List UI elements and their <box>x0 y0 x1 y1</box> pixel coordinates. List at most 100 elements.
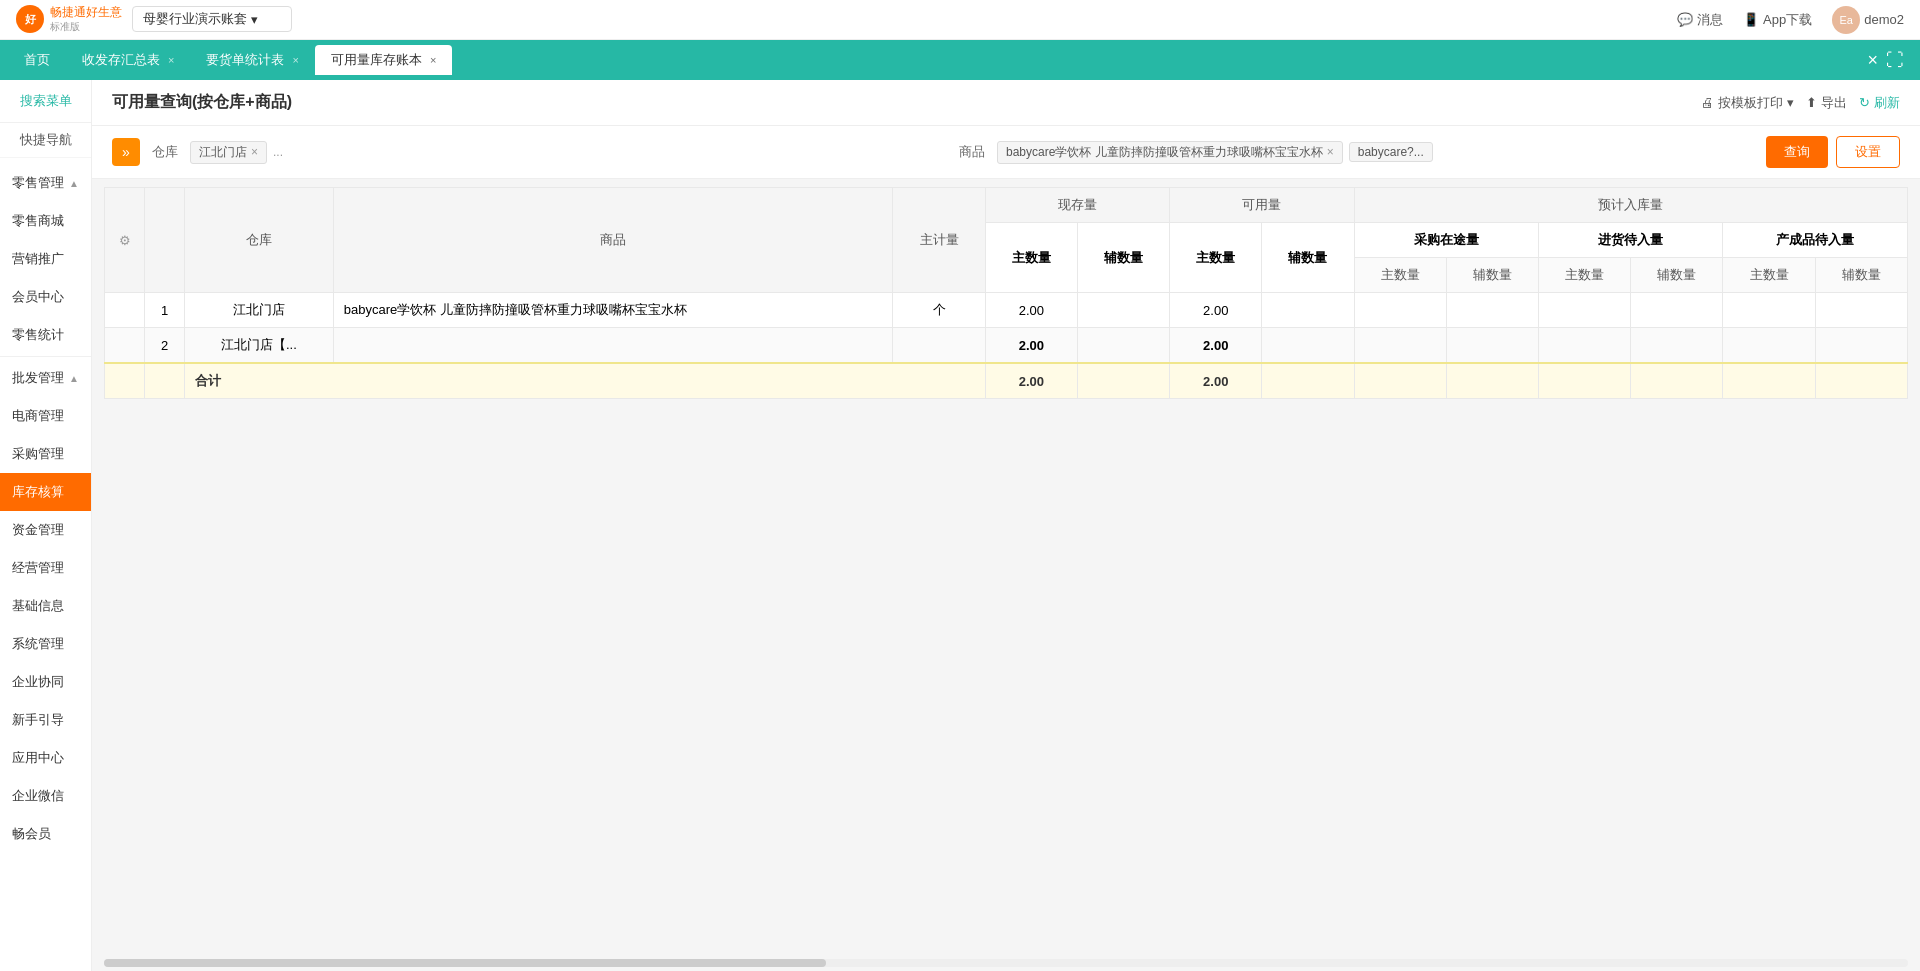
th-prod-sub: 辅数量 <box>1815 258 1907 293</box>
quick-nav-btn[interactable]: 快捷导航 <box>0 123 91 158</box>
query-btn[interactable]: 查询 <box>1766 136 1828 168</box>
sidebar-item-purchase[interactable]: 采购管理 <box>0 435 91 473</box>
tab-available-stock[interactable]: 可用量库存账本 × <box>315 45 452 75</box>
warehouse-more[interactable]: ... <box>273 145 283 159</box>
chevron-down-icon-print: ▾ <box>1787 95 1794 110</box>
user-area[interactable]: Ea demo2 <box>1832 6 1904 34</box>
footer-arrival-main <box>1539 363 1631 399</box>
export-btn[interactable]: ⬆ 导出 <box>1806 94 1847 112</box>
sidebar-item-wechat-biz[interactable]: 企业微信 <box>0 777 91 815</box>
th-stock-main: 主数量 <box>985 223 1077 293</box>
tab-order-stats-close[interactable]: × <box>292 54 298 66</box>
sidebar-item-member-pro-label: 畅会员 <box>12 825 51 843</box>
tab-available-stock-label: 可用量库存账本 <box>331 51 422 69</box>
product-tag-2-value: babycare?... <box>1358 145 1424 159</box>
product-tag-1-value: babycare学饮杯 儿童防摔防撞吸管杯重力球吸嘴杯宝宝水杯 <box>1006 144 1323 161</box>
chevron-icon-2: ▲ <box>69 373 79 384</box>
th-settings[interactable]: ⚙ <box>105 188 145 293</box>
sidebar-item-enterprise-label: 企业协同 <box>12 673 64 691</box>
settings-icon[interactable]: ⚙ <box>119 233 131 248</box>
main-layout: 搜索菜单 快捷导航 零售管理 ▲ 零售商城 营销推广 会员中心 零售统计 批发管… <box>0 80 1920 971</box>
sidebar-item-marketing[interactable]: 营销推广 <box>0 240 91 278</box>
scroll-track[interactable] <box>104 959 1908 967</box>
th-stock-sub: 辅数量 <box>1077 223 1169 293</box>
top-bar: 好 畅捷通好生意 标准版 母婴行业演示账套 ▾ 💬 消息 📱 App下载 Ea … <box>0 0 1920 40</box>
th-incoming-group: 预计入库量 <box>1354 188 1907 223</box>
top-bar-right: 💬 消息 📱 App下载 Ea demo2 <box>1677 6 1904 34</box>
industry-label: 母婴行业演示账套 <box>143 10 247 28</box>
filter-toggle-btn[interactable]: » <box>112 138 140 166</box>
td-avail-main-1: 2.00 <box>1170 293 1262 328</box>
sidebar-item-member-pro[interactable]: 畅会员 <box>0 815 91 853</box>
th-production-group: 产成品待入量 <box>1723 223 1908 258</box>
sidebar-item-purchase-label: 采购管理 <box>12 445 64 463</box>
tab-home[interactable]: 首页 <box>8 45 66 75</box>
td-avail-sub-1 <box>1262 293 1354 328</box>
expand-icon[interactable]: ⛶ <box>1886 50 1904 71</box>
th-index <box>145 188 185 293</box>
sidebar-item-basic-info[interactable]: 基础信息 <box>0 587 91 625</box>
close-all-icon[interactable]: × <box>1867 50 1878 71</box>
td-stock-main-1: 2.00 <box>985 293 1077 328</box>
sidebar-item-members[interactable]: 会员中心 <box>0 278 91 316</box>
nav-close-all: × ⛶ <box>1859 50 1912 71</box>
sidebar-item-retail-mgmt[interactable]: 零售管理 ▲ <box>0 164 91 202</box>
td-prod-main-2 <box>1723 328 1815 364</box>
sidebar-item-retail-mall[interactable]: 零售商城 <box>0 202 91 240</box>
refresh-btn[interactable]: ↻ 刷新 <box>1859 94 1900 112</box>
sidebar-item-retail-stats[interactable]: 零售统计 <box>0 316 91 354</box>
td-avail-main-2: 2.00 <box>1170 328 1262 364</box>
th-arrival-main: 主数量 <box>1539 258 1631 293</box>
tab-receive-pay-close[interactable]: × <box>168 54 174 66</box>
sidebar-item-newbie[interactable]: 新手引导 <box>0 701 91 739</box>
footer-purchase-main <box>1354 363 1446 399</box>
print-btn[interactable]: 🖨 按模板打印 ▾ <box>1701 94 1794 112</box>
sidebar-item-operations[interactable]: 经营管理 <box>0 549 91 587</box>
td-arrival-main-2 <box>1539 328 1631 364</box>
avatar: Ea <box>1832 6 1860 34</box>
sidebar-item-wholesale[interactable]: 批发管理 ▲ <box>0 359 91 397</box>
app-label: App下载 <box>1763 11 1812 29</box>
page-title: 可用量查询(按仓库+商品) <box>112 92 292 113</box>
sidebar-item-sys-mgmt[interactable]: 系统管理 <box>0 625 91 663</box>
sidebar-item-ecommerce[interactable]: 电商管理 <box>0 397 91 435</box>
sidebar-divider-1 <box>0 356 91 357</box>
product-tag-2[interactable]: babycare?... <box>1349 142 1433 162</box>
app-download-btn[interactable]: 📱 App下载 <box>1743 11 1812 29</box>
td-unit-1: 个 <box>893 293 985 328</box>
warehouse-tag-remove[interactable]: × <box>251 145 258 159</box>
th-purchase-main: 主数量 <box>1354 258 1446 293</box>
td-avail-sub-2 <box>1262 328 1354 364</box>
sidebar-item-app-center[interactable]: 应用中心 <box>0 739 91 777</box>
scroll-thumb[interactable] <box>104 959 826 967</box>
sidebar-item-newbie-label: 新手引导 <box>12 711 64 729</box>
top-bar-left: 好 畅捷通好生意 标准版 母婴行业演示账套 ▾ <box>16 5 292 33</box>
sidebar-search-btn[interactable]: 搜索菜单 <box>8 88 83 114</box>
td-purchase-sub-2 <box>1446 328 1538 364</box>
sidebar-item-enterprise[interactable]: 企业协同 <box>0 663 91 701</box>
td-purchase-main-1 <box>1354 293 1446 328</box>
message-label: 消息 <box>1697 11 1723 29</box>
tab-order-stats[interactable]: 要货单统计表 × <box>190 45 314 75</box>
footer-prod-main <box>1723 363 1815 399</box>
th-product: 商品 <box>333 188 893 293</box>
footer-purchase-sub <box>1446 363 1538 399</box>
td-arrival-sub-2 <box>1631 328 1723 364</box>
tab-receive-pay[interactable]: 收发存汇总表 × <box>66 45 190 75</box>
sidebar-item-basic-info-label: 基础信息 <box>12 597 64 615</box>
page-actions: 🖨 按模板打印 ▾ ⬆ 导出 ↻ 刷新 <box>1701 94 1900 112</box>
warehouse-tag-value: 江北门店 <box>199 144 247 161</box>
product-tag-1[interactable]: babycare学饮杯 儿童防摔防撞吸管杯重力球吸嘴杯宝宝水杯 × <box>997 141 1343 164</box>
message-btn[interactable]: 💬 消息 <box>1677 11 1723 29</box>
warehouse-tag[interactable]: 江北门店 × <box>190 141 267 164</box>
footer-arrival-sub <box>1631 363 1723 399</box>
chevron-down-icon: ▾ <box>251 12 258 27</box>
product-tag-1-remove[interactable]: × <box>1327 145 1334 159</box>
sidebar-item-inventory[interactable]: 库存核算 <box>0 473 91 511</box>
sidebar-item-finance[interactable]: 资金管理 <box>0 511 91 549</box>
setting-btn[interactable]: 设置 <box>1836 136 1900 168</box>
tab-available-stock-close[interactable]: × <box>430 54 436 66</box>
chevron-icon: ▲ <box>69 178 79 189</box>
industry-selector[interactable]: 母婴行业演示账套 ▾ <box>132 6 292 32</box>
td-settings-2 <box>105 328 145 364</box>
